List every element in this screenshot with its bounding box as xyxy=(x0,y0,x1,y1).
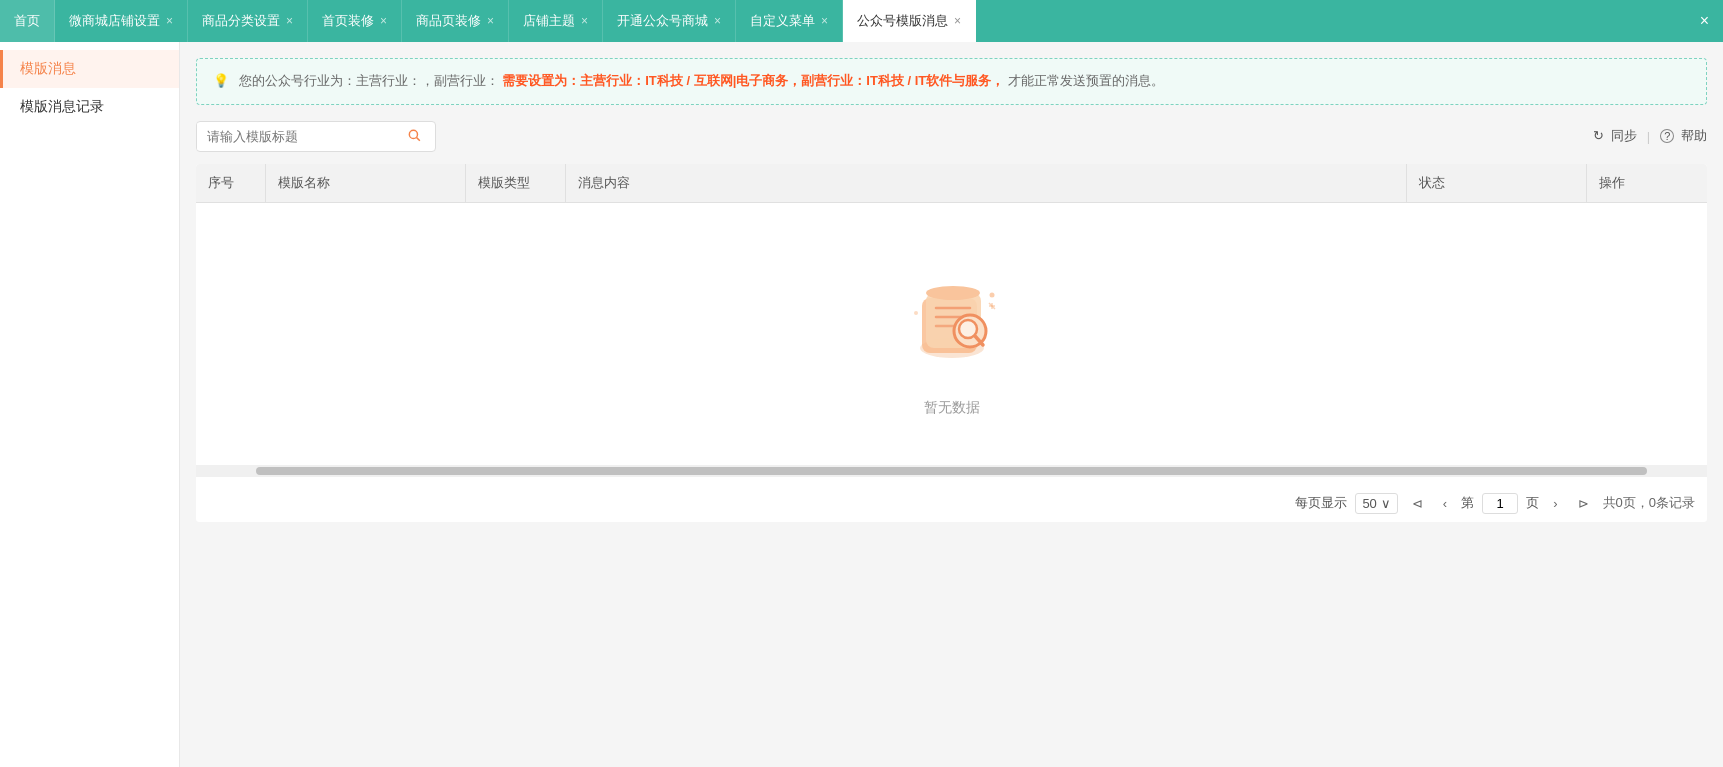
page-number-input[interactable] xyxy=(1482,493,1518,514)
nav-tab-store-theme-label: 店铺主题 xyxy=(523,12,575,30)
sync-button[interactable]: ↻ 同步 xyxy=(1593,127,1637,145)
nav-tab-custom-menu[interactable]: 自定义菜单 × xyxy=(736,0,843,42)
sidebar-item-template-msg-log[interactable]: 模版消息记录 xyxy=(0,88,179,126)
horizontal-scrollbar[interactable] xyxy=(196,465,1707,477)
nav-tab-home-decor[interactable]: 首页装修 × xyxy=(308,0,402,42)
help-button[interactable]: ? 帮助 xyxy=(1660,127,1707,145)
sidebar-item-template-msg[interactable]: 模版消息 xyxy=(0,50,179,88)
first-page-button[interactable]: ⊲ xyxy=(1406,494,1429,513)
main-content: 💡 您的公众号行业为：主营行业：，副营行业： 需要设置为：主营行业：IT科技 /… xyxy=(180,42,1723,767)
close-icon[interactable]: × xyxy=(714,14,721,28)
scrollbar-track xyxy=(256,467,1647,475)
col-header-content: 消息内容 xyxy=(566,164,1407,202)
empty-text: 暂无数据 xyxy=(924,399,980,417)
page-label: 第 xyxy=(1461,494,1474,512)
table-header: 序号 模版名称 模版类型 消息内容 状态 操作 xyxy=(196,164,1707,203)
notice-highlight: 需要设置为：主营行业：IT科技 / 互联网|电子商务，副营行业：IT科技 / I… xyxy=(502,73,1004,88)
page-unit: 页 xyxy=(1526,494,1539,512)
sync-label: 同步 xyxy=(1611,128,1637,143)
close-icon[interactable]: × xyxy=(581,14,588,28)
sidebar: 模版消息 模版消息记录 xyxy=(0,42,180,767)
search-button[interactable] xyxy=(397,122,431,151)
divider: | xyxy=(1647,129,1650,144)
col-header-status: 状态 xyxy=(1407,164,1587,202)
last-page-button[interactable]: ⊳ xyxy=(1572,494,1595,513)
nav-tab-template-msg-label: 公众号模版消息 xyxy=(857,12,948,30)
close-icon[interactable]: × xyxy=(821,14,828,28)
svg-point-13 xyxy=(914,311,918,315)
close-icon[interactable]: × xyxy=(487,14,494,28)
layout: 模版消息 模版消息记录 💡 您的公众号行业为：主营行业：，副营行业： 需要设置为… xyxy=(0,42,1723,767)
svg-point-5 xyxy=(926,286,980,300)
nav-tab-category-settings-label: 商品分类设置 xyxy=(202,12,280,30)
nav-tab-custom-menu-label: 自定义菜单 xyxy=(750,12,815,30)
col-header-type: 模版类型 xyxy=(466,164,566,202)
notice-icon: 💡 xyxy=(213,73,229,88)
prev-page-button[interactable]: ‹ xyxy=(1437,494,1453,513)
next-page-button[interactable]: › xyxy=(1547,494,1563,513)
search-input[interactable] xyxy=(197,123,397,150)
total-info: 共0页，0条记录 xyxy=(1603,494,1695,512)
notice-box: 💡 您的公众号行业为：主营行业：，副营行业： 需要设置为：主营行业：IT科技 /… xyxy=(196,58,1707,105)
nav-tab-product-decor-label: 商品页装修 xyxy=(416,12,481,30)
nav-tab-product-decor[interactable]: 商品页装修 × xyxy=(402,0,509,42)
page-size-value: 50 xyxy=(1362,496,1376,511)
nav-tab-shop-settings-label: 微商城店铺设置 xyxy=(69,12,160,30)
svg-line-1 xyxy=(417,137,420,140)
close-icon[interactable]: × xyxy=(380,14,387,28)
nav-tab-open-mall[interactable]: 开通公众号商城 × xyxy=(603,0,736,42)
close-all-button[interactable]: × xyxy=(1686,12,1723,30)
nav-tab-home[interactable]: 首页 xyxy=(0,0,55,42)
page-size-label: 每页显示 xyxy=(1295,494,1347,512)
svg-point-0 xyxy=(409,130,417,138)
empty-state: 暂无数据 xyxy=(196,203,1707,457)
nav-tab-shop-settings[interactable]: 微商城店铺设置 × xyxy=(55,0,188,42)
search-bar: ↻ 同步 | ? 帮助 xyxy=(196,121,1707,152)
notice-prefix: 您的公众号行业为：主营行业：，副营行业： xyxy=(239,73,499,88)
close-icon[interactable]: × xyxy=(954,14,961,28)
close-icon[interactable]: × xyxy=(286,14,293,28)
col-header-action: 操作 xyxy=(1587,164,1707,202)
col-header-seq: 序号 xyxy=(196,164,266,202)
sidebar-item-template-msg-log-label: 模版消息记录 xyxy=(20,98,104,114)
sync-icon: ↻ xyxy=(1593,128,1604,143)
chevron-down-icon: ∨ xyxy=(1381,496,1391,511)
search-input-wrapper xyxy=(196,121,436,152)
svg-point-12 xyxy=(989,292,994,297)
col-header-name: 模版名称 xyxy=(266,164,466,202)
help-icon: ? xyxy=(1660,129,1674,143)
notice-suffix: 才能正常发送预置的消息。 xyxy=(1008,73,1164,88)
empty-illustration xyxy=(892,263,1012,383)
nav-tab-home-decor-label: 首页装修 xyxy=(322,12,374,30)
top-nav: 首页 微商城店铺设置 × 商品分类设置 × 首页装修 × 商品页装修 × 店铺主… xyxy=(0,0,1723,42)
search-actions: ↻ 同步 | ? 帮助 xyxy=(1593,127,1707,145)
nav-tab-open-mall-label: 开通公众号商城 xyxy=(617,12,708,30)
table-wrapper: 序号 模版名称 模版类型 消息内容 状态 操作 xyxy=(196,164,1707,522)
page-size-select[interactable]: 50 ∨ xyxy=(1355,493,1397,514)
help-label: 帮助 xyxy=(1681,128,1707,143)
close-icon[interactable]: × xyxy=(166,14,173,28)
nav-tab-category-settings[interactable]: 商品分类设置 × xyxy=(188,0,308,42)
nav-tab-store-theme[interactable]: 店铺主题 × xyxy=(509,0,603,42)
sidebar-item-template-msg-label: 模版消息 xyxy=(20,60,76,76)
nav-tab-template-msg[interactable]: 公众号模版消息 × xyxy=(843,0,976,42)
pagination: 每页显示 50 ∨ ⊲ ‹ 第 页 › ⊳ 共0页，0条记录 xyxy=(196,485,1707,522)
nav-tab-home-label: 首页 xyxy=(14,12,40,30)
